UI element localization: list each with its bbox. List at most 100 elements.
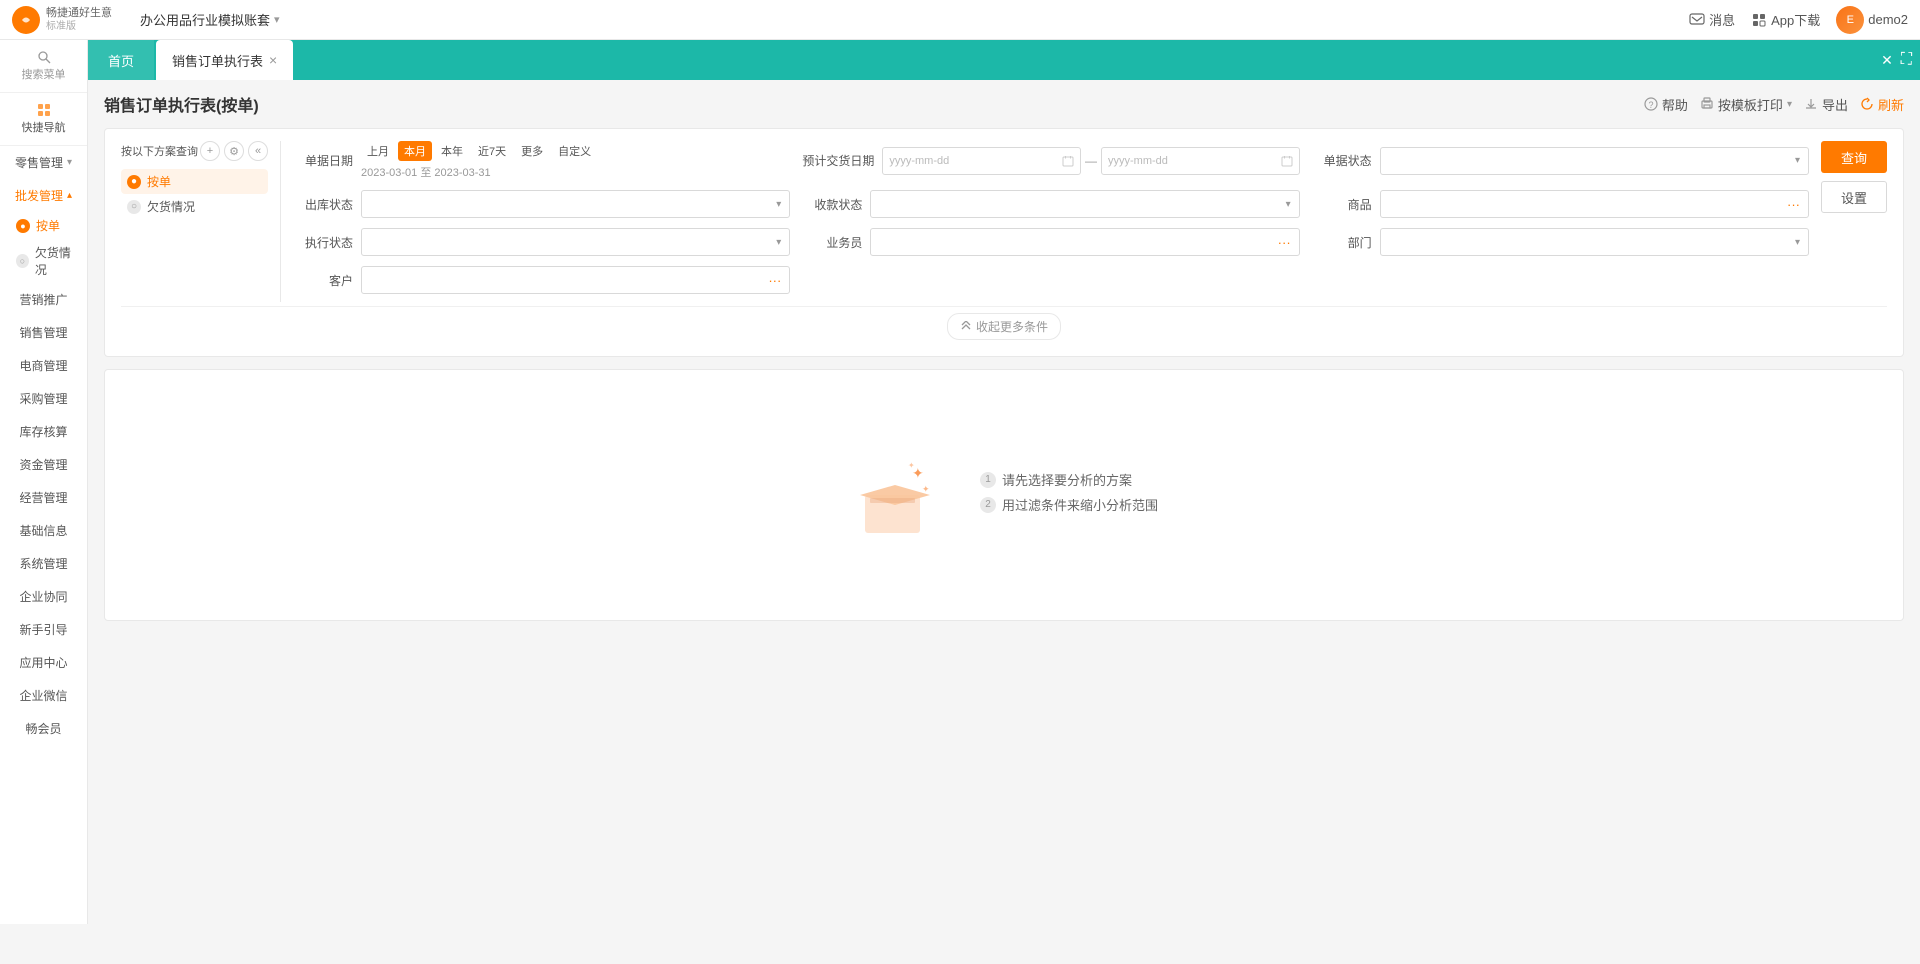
tab-close-button[interactable]: ×: [269, 52, 277, 68]
exec-status-select[interactable]: ▾: [361, 228, 790, 256]
goods-ellipsis[interactable]: ···: [1787, 197, 1800, 212]
sidebar-item-sales[interactable]: 销售管理: [0, 316, 87, 349]
this-month-btn[interactable]: 本月: [398, 141, 432, 161]
sidebar-item-retail[interactable]: 零售管理 ▾: [0, 146, 87, 179]
scheme-collapse-button[interactable]: «: [248, 141, 268, 161]
expected-date-end[interactable]: yyyy-mm-dd: [1101, 147, 1300, 175]
sidebar-item-basics[interactable]: 基础信息: [0, 514, 87, 547]
expected-date-start-placeholder: yyyy-mm-dd: [889, 155, 949, 167]
custom-btn[interactable]: 自定义: [552, 141, 597, 161]
doc-status-select[interactable]: ▾: [1380, 147, 1809, 175]
help-button[interactable]: ? 帮助: [1644, 95, 1688, 114]
filter-field-expected-date: 预计交货日期 yyyy-mm-dd — yyyy-mm-dd: [802, 141, 1299, 180]
sidebar-sub-按单[interactable]: ● 按单: [0, 212, 87, 239]
app-download-button[interactable]: App下载: [1751, 10, 1820, 29]
app-download-label: App下载: [1771, 10, 1820, 29]
collapse-button[interactable]: 收起更多条件: [947, 313, 1061, 340]
tab-sales-exec[interactable]: 销售订单执行表 ×: [156, 40, 293, 80]
sidebar-item-wechat[interactable]: 企业微信: [0, 679, 87, 712]
query-button[interactable]: 查询: [1821, 141, 1887, 173]
empty-illustration: ✦ ✦ ✦: [850, 450, 940, 540]
empty-state: ✦ ✦ ✦ 1 请先选择要分析的方案 2 用过滤条件来缩小分析: [104, 369, 1904, 621]
wholesale-arrow: ▴: [67, 190, 72, 201]
this-year-btn[interactable]: 本年: [435, 141, 469, 161]
collection-select[interactable]: ▾: [870, 190, 1299, 218]
export-label: 导出: [1822, 95, 1848, 114]
refresh-icon: [1860, 97, 1874, 111]
salesperson-input[interactable]: ···: [870, 228, 1299, 256]
salesperson-ellipsis[interactable]: ···: [1278, 235, 1291, 250]
customer-ellipsis[interactable]: ···: [768, 273, 781, 288]
export-button[interactable]: 导出: [1804, 95, 1848, 114]
prev-month-btn[interactable]: 上月: [361, 141, 395, 161]
user-menu[interactable]: E demo2: [1836, 6, 1908, 34]
search-menu-label: 搜索菜单: [22, 66, 66, 82]
tab-close-all-button[interactable]: ✕: [1881, 52, 1893, 69]
sidebar-item-inventory[interactable]: 库存核算: [0, 415, 87, 448]
member-label: 畅会员: [25, 720, 61, 737]
tab-bar: 首页 销售订单执行表 × ✕ ⛶: [88, 40, 1920, 80]
filter-field-doc-status: 单据状态 ▾: [1312, 141, 1809, 180]
message-button[interactable]: 消息: [1689, 10, 1735, 29]
dept-select[interactable]: ▾: [1380, 228, 1809, 256]
more-btn[interactable]: 更多: [515, 141, 549, 161]
last7-btn[interactable]: 近7天: [472, 141, 512, 161]
scheme-actions: + ⚙ «: [200, 141, 268, 161]
sidebar-item-cooperation[interactable]: 企业协同: [0, 580, 87, 613]
quick-nav-label: 快捷导航: [22, 119, 66, 135]
sidebar-item-apps[interactable]: 应用中心: [0, 646, 87, 679]
filter-row-3: 执行状态 ▾ 业务员 ···: [293, 228, 1809, 256]
date-quick-btns: 上月 本月 本年 近7天 更多 自定义: [361, 141, 790, 161]
print-arrow: ▾: [1787, 99, 1792, 110]
svg-text:?: ?: [1648, 100, 1653, 110]
scheme-item-欠货[interactable]: ○ 欠货情况: [121, 194, 268, 219]
message-label: 消息: [1709, 10, 1735, 29]
filter-field-salesperson: 业务员 ···: [802, 228, 1299, 256]
sidebar-item-guide[interactable]: 新手引导: [0, 613, 87, 646]
expected-date-start[interactable]: yyyy-mm-dd: [882, 147, 1081, 175]
purchase-label: 采购管理: [19, 390, 67, 407]
customer-input[interactable]: ···: [361, 266, 790, 294]
goods-input[interactable]: ···: [1380, 190, 1809, 218]
sidebar-search-menu[interactable]: 搜索菜单: [0, 40, 87, 93]
empty-content: ✦ ✦ ✦ 1 请先选择要分析的方案 2 用过滤条件来缩小分析: [850, 450, 1158, 540]
sidebar-item-system[interactable]: 系统管理: [0, 547, 87, 580]
filter-field-collection: 收款状态 ▾: [802, 190, 1299, 218]
scheme-settings-button[interactable]: ⚙: [224, 141, 244, 161]
sidebar-item-member[interactable]: 畅会员: [0, 712, 87, 745]
search-icon: [37, 50, 51, 64]
sidebar-item-purchase[interactable]: 采购管理: [0, 382, 87, 415]
tab-expand-button[interactable]: ⛶: [1901, 51, 1912, 69]
logo-area: 畅捷通好生意 标准版: [12, 6, 112, 34]
print-button[interactable]: 按模板打印 ▾: [1700, 95, 1792, 114]
sidebar-item-finance[interactable]: 资金管理: [0, 448, 87, 481]
scheme-item-按单[interactable]: ● 按单: [121, 169, 268, 194]
sales-label: 销售管理: [19, 324, 67, 341]
filter-field-dept: 部门 ▾: [1312, 228, 1809, 256]
tab-home[interactable]: 首页: [88, 40, 154, 80]
sidebar-item-operations[interactable]: 经营管理: [0, 481, 87, 514]
sidebar-sub-欠货[interactable]: ○ 欠货情况: [0, 239, 87, 283]
date-label: 单据日期: [293, 152, 353, 169]
filter-row-2: 出库状态 ▾ 收款状态 ▾: [293, 190, 1809, 218]
sidebar-item-ecommerce[interactable]: 电商管理: [0, 349, 87, 382]
basics-label: 基础信息: [19, 522, 67, 539]
scheme-add-button[interactable]: +: [200, 141, 220, 161]
logo-icon: [12, 6, 40, 34]
customer-label: 客户: [293, 272, 353, 289]
refresh-button[interactable]: 刷新: [1860, 95, 1904, 114]
sub-icon-按单: ●: [16, 219, 30, 233]
ecommerce-label: 电商管理: [19, 357, 67, 374]
filter-field-shipment: 出库状态 ▾: [293, 190, 790, 218]
sidebar-quick-nav[interactable]: 快捷导航: [0, 93, 87, 146]
company-selector[interactable]: 办公用品行业模拟账套 ▾: [140, 10, 280, 29]
shipment-select[interactable]: ▾: [361, 190, 790, 218]
sidebar-item-marketing[interactable]: 营销推广: [0, 283, 87, 316]
filter-field-customer: 客户 ···: [293, 266, 790, 294]
expected-date-end-placeholder: yyyy-mm-dd: [1108, 155, 1168, 167]
scheme-item-icon-按单: ●: [127, 175, 141, 189]
date-field-group: 上月 本月 本年 近7天 更多 自定义 2023-03-01 至 2023-03…: [361, 141, 790, 180]
settings-button[interactable]: 设置: [1821, 181, 1887, 213]
filter-fields: 单据日期 上月 本月 本年 近7天 更多 自定义 20: [293, 141, 1809, 302]
sidebar-item-wholesale[interactable]: 批发管理 ▴: [0, 179, 87, 212]
